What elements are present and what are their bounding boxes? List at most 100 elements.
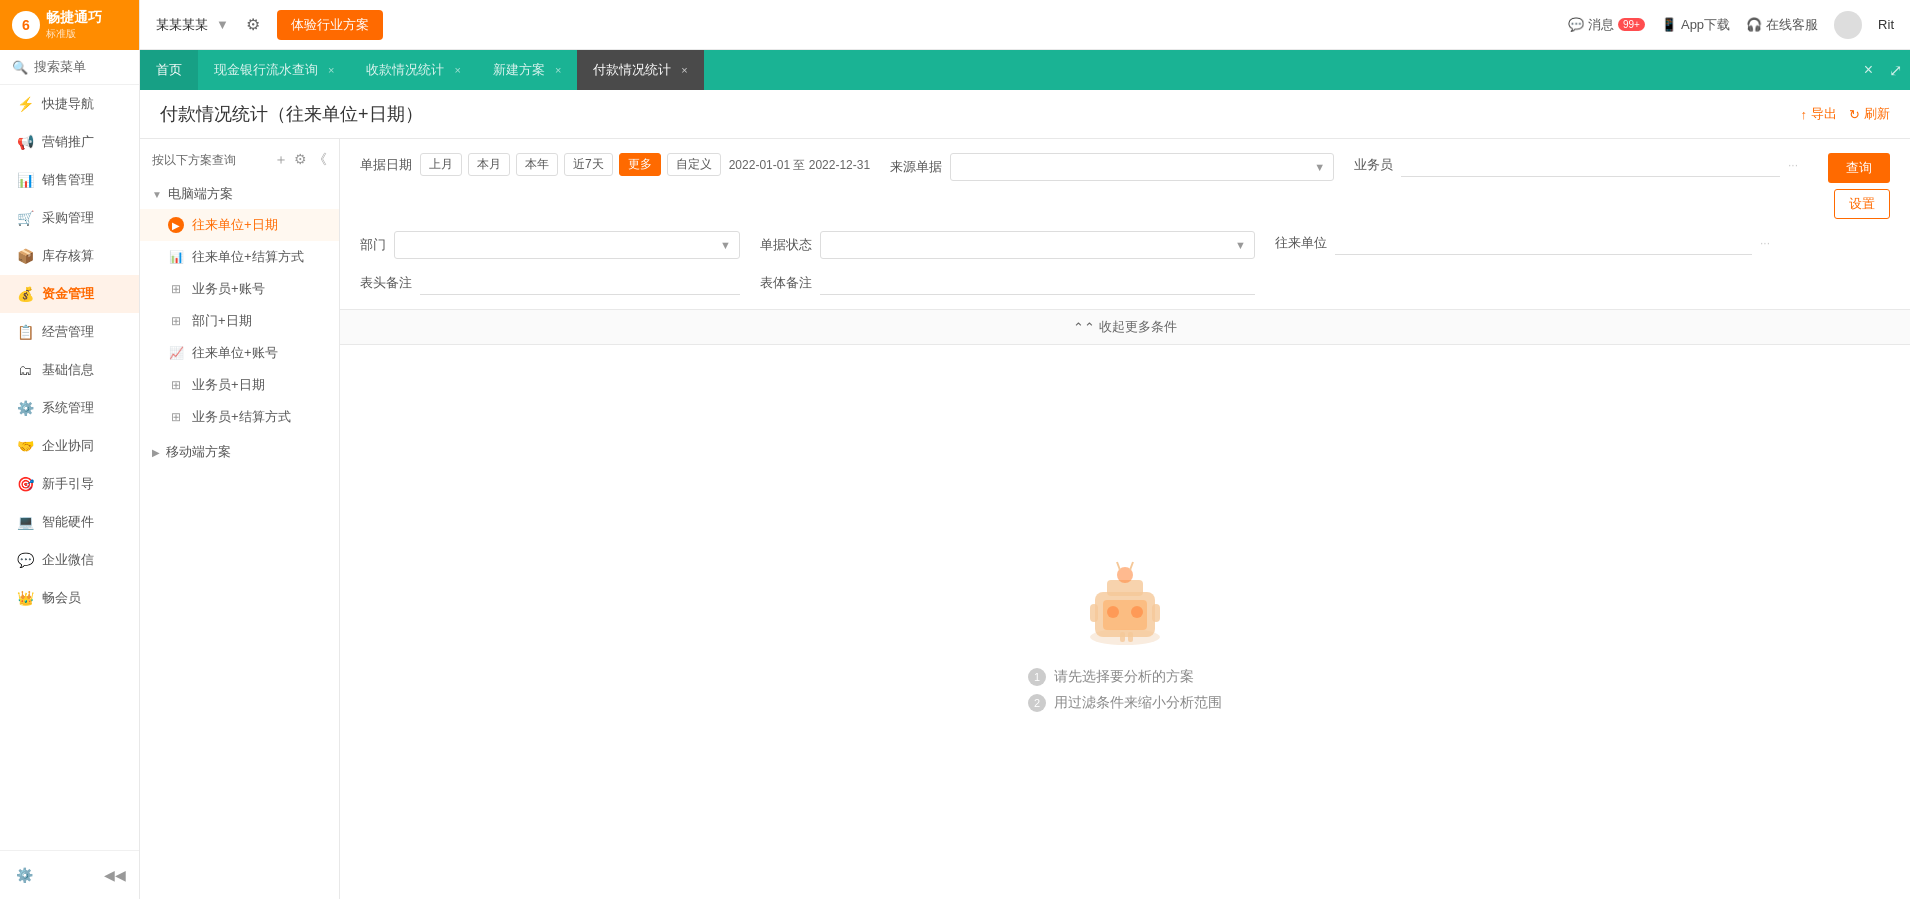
date-shortcuts: 上月 本月 本年 近7天 更多 自定义 [420,153,721,176]
sidebar-item-purchase[interactable]: 🛒 采购管理 [0,199,139,237]
collapse-conditions-button[interactable]: ⌃⌃ 收起更多条件 [1073,318,1177,336]
partner-input[interactable] [1335,231,1752,255]
manage-scheme-button[interactable]: ⚙ [294,151,307,169]
tip-num-1: 1 [1028,668,1046,686]
salesman-input[interactable] [1401,153,1780,177]
tab-receipt[interactable]: 收款情况统计 × [350,50,476,90]
date-btn-this-year[interactable]: 本年 [516,153,558,176]
date-btn-last-month[interactable]: 上月 [420,153,462,176]
panel-item-label: 往来单位+日期 [192,216,278,234]
tab-payment-close-icon[interactable]: × [681,64,687,76]
hardware-icon: 💻 [16,513,34,531]
chart-scheme-icon: 📊 [168,249,184,265]
sidebar-item-enterprise[interactable]: 🤝 企业协同 [0,427,139,465]
sidebar-bottom: ⚙️ ◀◀ [0,850,139,899]
user-avatar[interactable] [1834,11,1862,39]
tabbar: 首页 现金银行流水查询 × 收款情况统计 × 新建方案 × 付款情况统计 × ×… [140,50,1910,90]
sidebar-item-sales[interactable]: 📊 销售管理 [0,161,139,199]
sidebar-item-hardware[interactable]: 💻 智能硬件 [0,503,139,541]
left-panel-header-actions: ＋ ⚙ 《 [274,151,327,169]
panel-item-staff-account[interactable]: ⊞ 业务员+账号 [140,273,339,305]
sidebar-item-inventory[interactable]: 📦 库存核算 [0,237,139,275]
export-label: 导出 [1811,105,1837,123]
sidebar-label: 库存核算 [42,247,94,265]
collapse-sidebar-icon[interactable]: ◀◀ [101,861,129,889]
wechat-icon: 💬 [16,551,34,569]
sidebar-item-guide[interactable]: 🎯 新手引导 [0,465,139,503]
sidebar-label: 销售管理 [42,171,94,189]
add-scheme-button[interactable]: ＋ [274,151,288,169]
date-btn-this-month[interactable]: 本月 [468,153,510,176]
empty-tips: 1 请先选择要分析的方案 2 用过滤条件来缩小分析范围 [1028,668,1222,712]
filter-row-1: 单据日期 上月 本月 本年 近7天 更多 自定义 2022-01-01 至 20… [360,153,1890,219]
tab-home[interactable]: 首页 [140,50,198,90]
search-menu[interactable]: 🔍 搜索菜单 [0,50,139,85]
svg-point-4 [1131,606,1143,618]
sidebar-item-system[interactable]: ⚙️ 系统管理 [0,389,139,427]
collapse-panel-button[interactable]: 《 [313,151,327,169]
tab-new-close-icon[interactable]: × [555,64,561,76]
sidebar-label: 快捷导航 [42,95,94,113]
panel-item-staff-settle[interactable]: ⊞ 业务员+结算方式 [140,401,339,433]
panel-section-mobile-title[interactable]: ▶ 移动端方案 [140,437,339,467]
status-dropdown-icon: ▼ [1235,239,1246,251]
header-note-input[interactable] [420,271,740,295]
collapse-up-icon: ⌃⌃ [1073,320,1095,335]
panel-item-staff-date[interactable]: ⊞ 业务员+日期 [140,369,339,401]
app-download-button[interactable]: 📱 App下载 [1661,16,1730,34]
sidebar-item-marketing[interactable]: 📢 营销推广 [0,123,139,161]
body-note-input[interactable] [820,271,1255,295]
trial-button[interactable]: 体验行业方案 [277,10,383,40]
tab-bank[interactable]: 现金银行流水查询 × [198,50,350,90]
brand-edition: 标准版 [46,27,102,41]
date-btn-more[interactable]: 更多 [619,153,661,176]
status-select[interactable]: ▼ [820,231,1255,259]
inventory-icon: 📦 [16,247,34,265]
settings-bottom-icon[interactable]: ⚙️ [10,861,38,889]
company-dropdown-icon[interactable]: ▼ [216,17,229,32]
dept-select[interactable]: ▼ [394,231,740,259]
tab-receipt-close-icon[interactable]: × [454,64,460,76]
filter-partner-group: 往来单位 ··· [1275,231,1770,255]
panel-item-label: 业务员+日期 [192,376,265,394]
date-btn-7days[interactable]: 近7天 [564,153,613,176]
sidebar-item-wechat[interactable]: 💬 企业微信 [0,541,139,579]
refresh-button[interactable]: ↻ 刷新 [1849,105,1890,123]
panel-item-label: 往来单位+账号 [192,344,278,362]
refresh-label: 刷新 [1864,105,1890,123]
table-scheme-icon3: ⊞ [168,377,184,393]
panel-item-unit-account[interactable]: 📈 往来单位+账号 [140,337,339,369]
tab-close-all[interactable]: × [1856,50,1881,90]
sidebar-logo: 6 畅捷通巧 标准版 [0,0,139,50]
source-select[interactable]: ▼ [950,153,1334,181]
panel-section-pc-title[interactable]: ▼ 电脑端方案 [140,179,339,209]
query-button[interactable]: 查询 [1828,153,1890,183]
settings-button[interactable]: 设置 [1834,189,1890,219]
salesman-more-icon[interactable]: ··· [1788,158,1798,172]
topbar-settings-button[interactable]: ⚙ [239,11,267,39]
sidebar-item-quick-nav[interactable]: ⚡ 快捷导航 [0,85,139,123]
message-button[interactable]: 💬 消息 99+ [1568,16,1645,34]
tab-new[interactable]: 新建方案 × [477,50,577,90]
tab-expand-icon[interactable]: ⤢ [1881,50,1910,90]
panel-item-dept-date[interactable]: ⊞ 部门+日期 [140,305,339,337]
export-button[interactable]: ↑ 导出 [1801,105,1838,123]
panel-arrow-icon: ▼ [152,189,162,200]
panel-item-unit-date[interactable]: ▶ 往来单位+日期 [140,209,339,241]
tab-payment[interactable]: 付款情况统计 × [577,50,703,90]
filter-dept-group: 部门 ▼ [360,231,740,259]
svg-rect-6 [1152,604,1160,622]
sidebar-item-finance[interactable]: 💰 资金管理 [0,275,139,313]
active-scheme-icon: ▶ [168,217,184,233]
sidebar-item-operation[interactable]: 📋 经营管理 [0,313,139,351]
collapse-label: 收起更多条件 [1099,318,1177,336]
refresh-icon: ↻ [1849,107,1860,122]
service-button[interactable]: 🎧 在线客服 [1746,16,1818,34]
panel-item-unit-settle[interactable]: 📊 往来单位+结算方式 [140,241,339,273]
tab-bank-close-icon[interactable]: × [328,64,334,76]
partner-more-icon[interactable]: ··· [1760,236,1770,250]
sidebar-item-member[interactable]: 👑 畅会员 [0,579,139,617]
sidebar-item-basic[interactable]: 🗂 基础信息 [0,351,139,389]
member-icon: 👑 [16,589,34,607]
date-btn-custom[interactable]: 自定义 [667,153,721,176]
